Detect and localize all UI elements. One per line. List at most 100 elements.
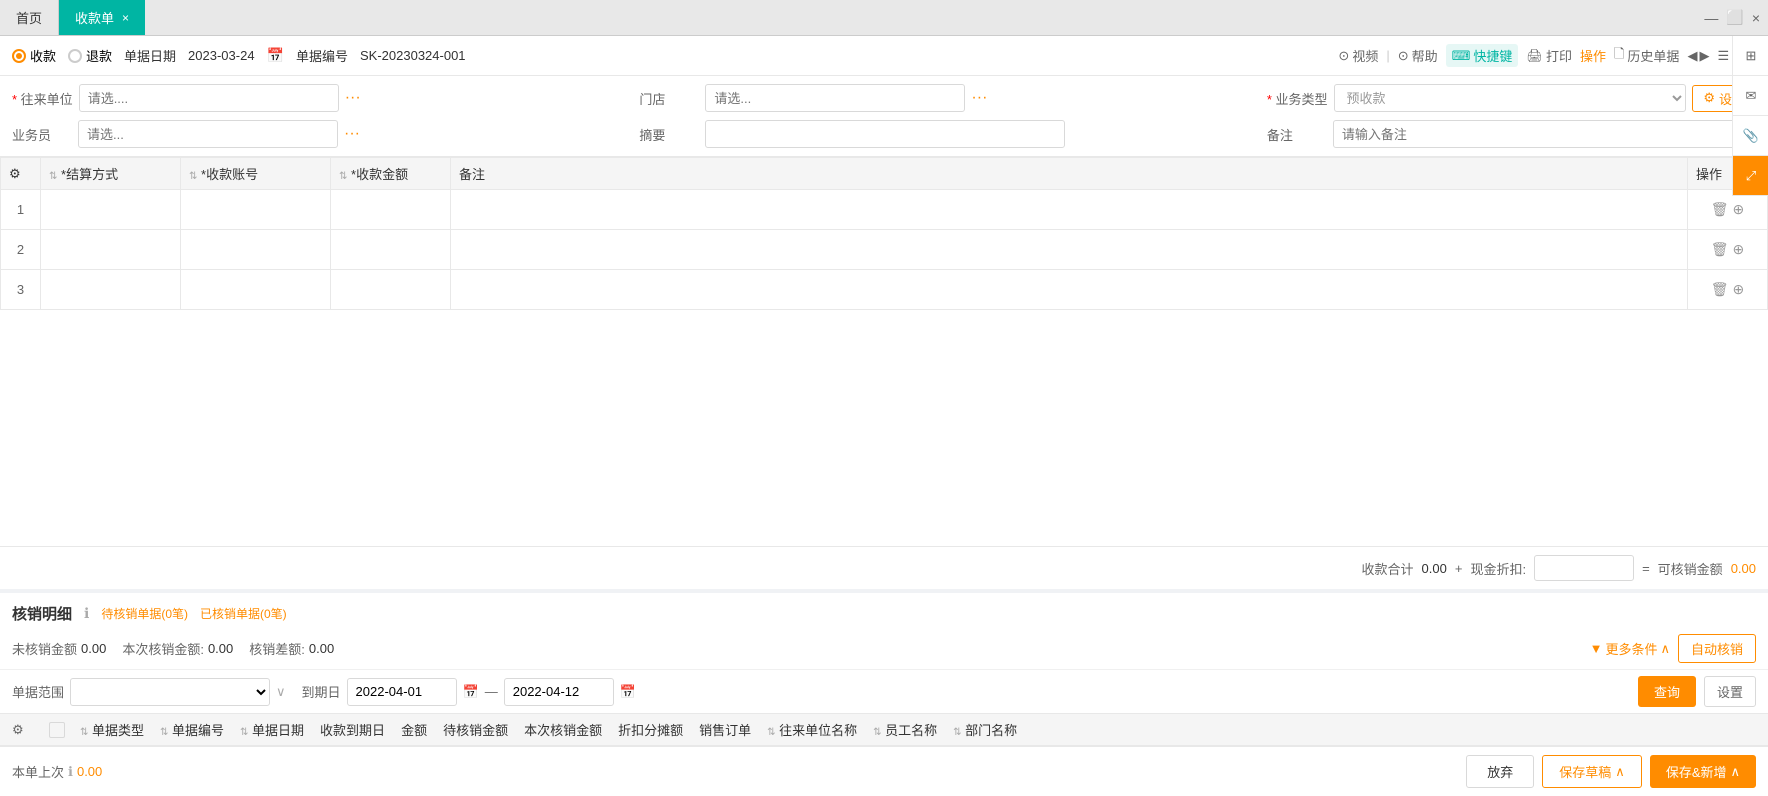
row-remark-2[interactable]: [451, 230, 1688, 270]
right-panel-clip-icon[interactable]: 📎: [1733, 116, 1768, 156]
save-new-btn[interactable]: 保存&新增 ∧: [1650, 755, 1756, 788]
delete-icon[interactable]: 🗑: [1711, 281, 1729, 298]
wt-gear-icon[interactable]: ⚙: [12, 722, 42, 738]
operation-btn[interactable]: 操作: [1580, 46, 1606, 65]
help-btn[interactable]: ⊙ 帮助: [1398, 46, 1438, 65]
store-input[interactable]: [705, 84, 965, 112]
radio-refund[interactable]: 退款: [68, 46, 112, 65]
wt-col-amount: 金额: [393, 720, 435, 739]
chevron-left-icon[interactable]: ◀: [1687, 48, 1697, 64]
copy-icon[interactable]: ⊕: [1733, 241, 1745, 258]
biztype-select[interactable]: 预收款: [1334, 84, 1687, 112]
row-account-2[interactable]: [181, 230, 331, 270]
row-account-1[interactable]: [181, 190, 331, 230]
clip-icon: 📎: [1743, 128, 1759, 144]
remark-input[interactable]: [1333, 120, 1756, 148]
row-remark-1[interactable]: [451, 190, 1688, 230]
calendar-icon[interactable]: 📅: [267, 47, 284, 64]
duedate-to[interactable]: [504, 678, 614, 706]
row-amount-1[interactable]: [331, 190, 451, 230]
radio-refund-dot: [68, 49, 82, 63]
number-label: 单据编号: [296, 46, 348, 65]
wt-col-date: ⇅ 单据日期: [232, 720, 312, 739]
delete-icon[interactable]: 🗑: [1711, 241, 1729, 258]
abandon-btn[interactable]: 放弃: [1466, 755, 1534, 788]
row-op-2: 🗑 ⊕: [1688, 230, 1768, 270]
save-draft-btn[interactable]: 保存草稿 ∧: [1542, 755, 1642, 788]
tab-home[interactable]: 首页: [0, 0, 59, 35]
writeoff-query-row: 单据范围 ∨ 到期日 📅 — 📅 查询 设置: [0, 669, 1768, 713]
wt-col-duedate: 收款到期日: [312, 720, 393, 739]
delete-icon[interactable]: 🗑: [1711, 201, 1729, 218]
summary-row: 收款合计 0.00 + 现金折扣: = 可核销金额 0.00: [0, 546, 1768, 589]
row-settle-2[interactable]: [41, 230, 181, 270]
remark-field: 备注: [1267, 120, 1756, 148]
radio-receipt-label: 收款: [30, 46, 56, 65]
sort-icon: ⇅: [873, 727, 881, 738]
tab-close-icon[interactable]: ×: [122, 11, 129, 25]
copy-icon[interactable]: ⊕: [1733, 281, 1745, 298]
active-tab-label: 收款单: [75, 8, 114, 27]
query-btn[interactable]: 查询: [1638, 676, 1696, 707]
menu-icon[interactable]: ☰: [1717, 48, 1729, 64]
customer-input[interactable]: [79, 84, 339, 112]
row-remark-3[interactable]: [451, 270, 1688, 310]
window-restore-icon[interactable]: ⬜: [1726, 9, 1743, 26]
video-btn[interactable]: ⊙ 视频: [1338, 46, 1378, 65]
table-icon: ⊞: [1746, 48, 1757, 64]
row-settle-3[interactable]: [41, 270, 181, 310]
th-settle: ⇅ *结算方式: [41, 158, 181, 190]
window-min-icon[interactable]: —: [1704, 10, 1718, 26]
table-row: 3 🗑 ⊕: [1, 270, 1768, 310]
shortcut-btn[interactable]: ⌨ 快捷键: [1446, 44, 1519, 67]
row-settle-1[interactable]: [41, 190, 181, 230]
wt-checkbox[interactable]: [42, 722, 72, 738]
range-select[interactable]: [70, 678, 270, 706]
chevron-right-icon[interactable]: ▶: [1699, 48, 1709, 64]
th-amount: ⇅ *收款金额: [331, 158, 451, 190]
tab-bar: 首页 收款单 × — ⬜ ×: [0, 0, 1768, 36]
window-close-icon[interactable]: ×: [1752, 10, 1760, 26]
calendar1-icon[interactable]: 📅: [463, 684, 479, 700]
total-label: 收款合计: [1362, 559, 1414, 578]
salesman-label: 业务员: [12, 125, 72, 144]
print-btn[interactable]: 🖨 打印: [1526, 46, 1572, 65]
customer-more-icon[interactable]: ···: [345, 89, 361, 107]
discount-input[interactable]: [1534, 555, 1634, 581]
right-panel-expand-icon[interactable]: ⤢: [1733, 156, 1768, 196]
unwritten-value: 0.00: [81, 641, 106, 656]
mail-icon: ✉: [1746, 88, 1757, 104]
row-amount-3[interactable]: [331, 270, 451, 310]
summary-input[interactable]: [705, 120, 1065, 148]
row-num-3: 3: [1, 270, 41, 310]
bottom-info-icon[interactable]: ℹ: [68, 764, 73, 780]
wt-col-order: 销售订单: [691, 720, 759, 739]
done-tab[interactable]: 已核销单据(0笔): [200, 605, 287, 622]
salesman-input[interactable]: [78, 120, 338, 148]
row-account-3[interactable]: [181, 270, 331, 310]
tab-bar-right: — ⬜ ×: [1704, 9, 1768, 26]
tab-active-receipt[interactable]: 收款单 ×: [59, 0, 145, 35]
duedate-from[interactable]: [347, 678, 457, 706]
pending-tab[interactable]: 待核销单据(0笔): [101, 605, 188, 622]
copy-icon[interactable]: ⊕: [1733, 201, 1745, 218]
salesman-more-icon[interactable]: ···: [344, 125, 360, 143]
th-account-label: *收款账号: [201, 167, 258, 182]
sort-icon: ⇅: [80, 727, 88, 738]
customer-label: 往来单位: [12, 89, 73, 108]
row-num-2: 2: [1, 230, 41, 270]
store-more-icon[interactable]: ···: [971, 89, 987, 107]
row-amount-2[interactable]: [331, 230, 451, 270]
auto-writeoff-btn[interactable]: 自动核销: [1678, 634, 1756, 663]
expand-icon: ⤢: [1746, 168, 1756, 184]
receipt-type-radio: 收款 退款: [12, 46, 112, 65]
radio-receipt[interactable]: 收款: [12, 46, 56, 65]
more-conditions-btn[interactable]: ▼ 更多条件 ∧: [1590, 639, 1670, 658]
writeoff-settings-btn[interactable]: 设置: [1704, 676, 1756, 707]
th-gear[interactable]: ⚙: [1, 158, 41, 190]
right-panel-mail-icon[interactable]: ✉: [1733, 76, 1768, 116]
writeoff-info-icon[interactable]: ℹ: [84, 605, 89, 622]
history-btn[interactable]: 🗋 历史单据: [1614, 45, 1679, 67]
calendar2-icon[interactable]: 📅: [620, 684, 636, 700]
right-panel-table-icon[interactable]: ⊞: [1733, 36, 1768, 76]
